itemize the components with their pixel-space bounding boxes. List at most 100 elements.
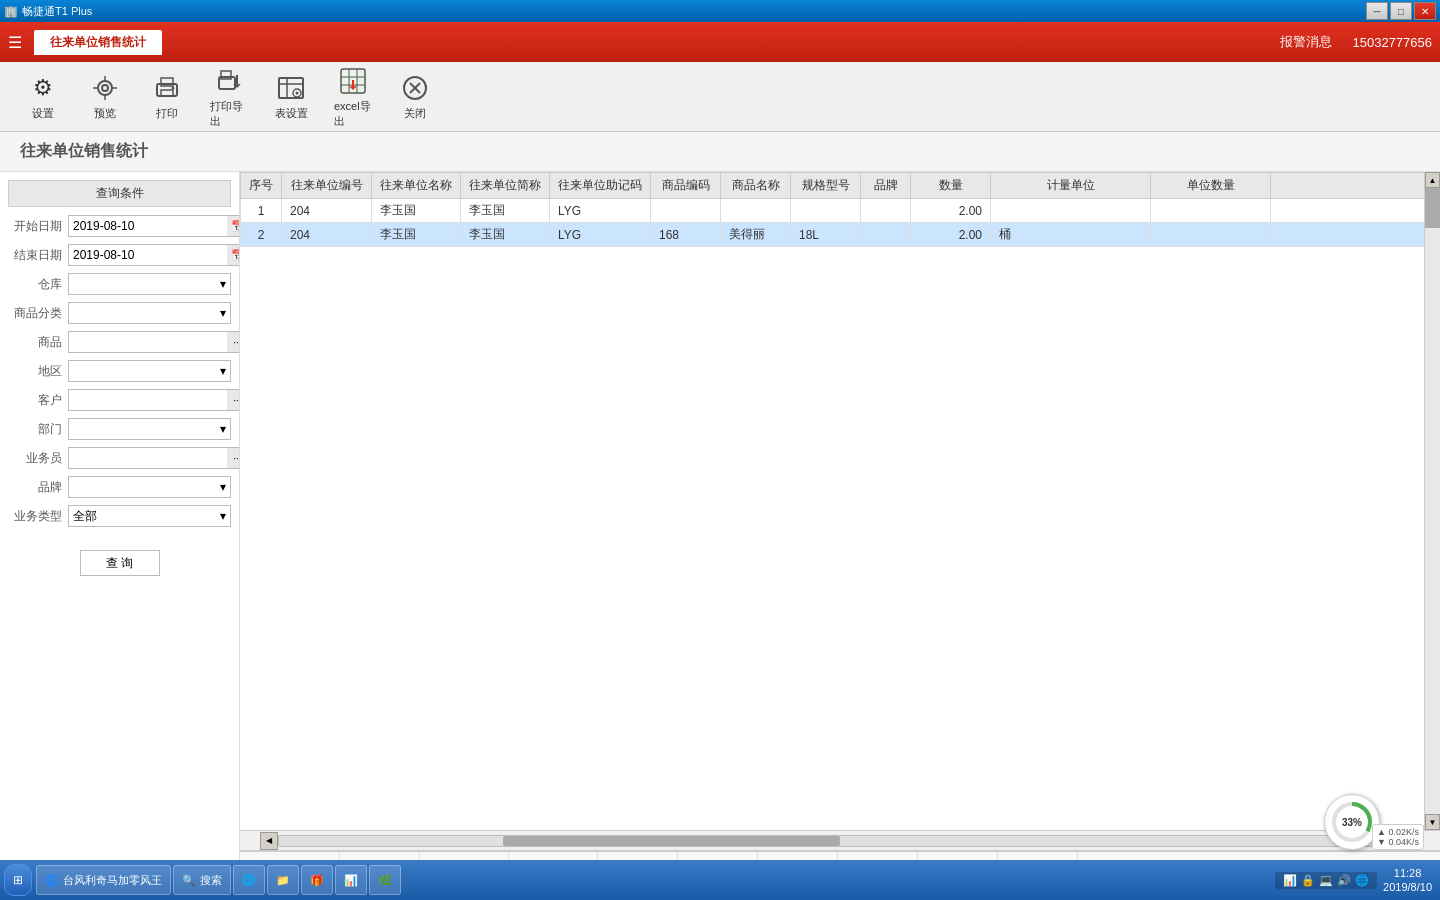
- taskbar-item-app1[interactable]: 🎁: [301, 865, 333, 895]
- title-bar-controls[interactable]: ─ □ ✕: [1366, 2, 1436, 20]
- vertical-scrollbar[interactable]: ▲ ▼: [1424, 172, 1440, 830]
- preview-button[interactable]: 预览: [78, 68, 132, 125]
- filter-row-region: 地区 ▾: [8, 360, 231, 382]
- excel-export-button[interactable]: excel导出: [326, 61, 380, 133]
- scroll-left-arrow[interactable]: ◀: [260, 832, 278, 850]
- scroll-track[interactable]: [1425, 188, 1440, 814]
- taskbar-item-app3[interactable]: 🌿: [369, 865, 401, 895]
- content-body: 查询条件 开始日期 📅 结束日期 📅 仓库: [0, 172, 1440, 900]
- col-qty: 数量: [911, 173, 991, 199]
- customer-input[interactable]: [68, 389, 227, 411]
- warehouse-chevron-icon: ▾: [220, 277, 226, 291]
- taskbar-item-search[interactable]: 🔍 搜索: [173, 865, 231, 895]
- category-chevron-icon: ▾: [220, 306, 226, 320]
- col-spec: 规格型号: [791, 173, 861, 199]
- tray-icon-3[interactable]: 💻: [1319, 874, 1333, 887]
- table-settings-icon: [275, 72, 307, 104]
- product-input[interactable]: [68, 331, 227, 353]
- category-select[interactable]: ▾: [68, 302, 231, 324]
- warehouse-select[interactable]: ▾: [68, 273, 231, 295]
- start-date-label: 开始日期: [8, 218, 68, 235]
- region-select[interactable]: ▾: [68, 360, 231, 382]
- taskbar-search-icon: 🔍: [182, 874, 196, 887]
- scroll-up-arrow[interactable]: ▲: [1425, 172, 1440, 188]
- tray-icon-2[interactable]: 🔒: [1301, 874, 1315, 887]
- print-export-button[interactable]: 打印导出: [202, 61, 256, 133]
- preview-icon: [89, 72, 121, 104]
- close-button[interactable]: ✕: [1414, 2, 1436, 20]
- taskbar-app1-icon: 🎁: [310, 874, 324, 887]
- minimize-button[interactable]: ─: [1366, 2, 1388, 20]
- print-label: 打印: [156, 106, 178, 121]
- tray-icon-5[interactable]: 🌐: [1355, 874, 1369, 887]
- col-unit-qty: 单位数量: [1151, 173, 1271, 199]
- cell-unit-qty: [1151, 199, 1271, 223]
- horizontal-scrollbar[interactable]: ◀ ▶: [240, 830, 1440, 850]
- cell-partner-memo: LYG: [550, 199, 651, 223]
- hscroll-thumb[interactable]: [503, 836, 840, 846]
- svg-point-1: [102, 85, 108, 91]
- phone-number: 15032777656: [1352, 35, 1432, 50]
- cell-unit: [991, 199, 1151, 223]
- filter-row-customer: 客户 ···: [8, 389, 231, 411]
- end-date-field[interactable]: 📅: [68, 244, 240, 266]
- start-date-input[interactable]: [68, 215, 227, 237]
- product-field[interactable]: ···: [68, 331, 240, 353]
- tray-icon-1[interactable]: 📊: [1283, 874, 1297, 887]
- download-speed: ▼ 0.04K/s: [1377, 837, 1419, 847]
- salesperson-input[interactable]: [68, 447, 227, 469]
- end-date-calendar-icon[interactable]: 📅: [227, 244, 240, 266]
- hscroll-track[interactable]: [278, 835, 1402, 847]
- table-settings-button[interactable]: 表设置: [264, 68, 318, 125]
- filter-row-department: 部门 ▾: [8, 418, 231, 440]
- cell-partner-name: 李玉国: [372, 199, 461, 223]
- salesperson-dots-icon[interactable]: ···: [227, 447, 240, 469]
- brand-select[interactable]: ▾: [68, 476, 231, 498]
- filter-row-start-date: 开始日期 📅: [8, 215, 231, 237]
- taskbar-item-folder[interactable]: 📁: [267, 865, 299, 895]
- svg-point-0: [98, 81, 112, 95]
- taskbar-items: 🌀 台风利奇马加零风王 🔍 搜索 🌐 📁 🎁 📊 🌿: [36, 865, 401, 895]
- active-tab[interactable]: 往来单位销售统计: [34, 30, 162, 55]
- settings-icon: ⚙: [27, 72, 59, 104]
- product-dots-icon[interactable]: ···: [227, 331, 240, 353]
- taskbar-right: 📊 🔒 💻 🔊 🌐 11:28 2019/8/10: [1275, 866, 1436, 895]
- biz-type-select[interactable]: 全部 ▾: [68, 505, 231, 527]
- data-table-wrapper: 序号 往来单位编号 往来单位名称 往来单位简称 往来单位助记码 商品编码 商品名…: [240, 172, 1440, 830]
- print-button[interactable]: 打印: [140, 68, 194, 125]
- upload-speed: ▲ 0.02K/s: [1377, 827, 1419, 837]
- taskbar-item-taifeng[interactable]: 🌀 台风利奇马加零风王: [36, 865, 171, 895]
- settings-button[interactable]: ⚙ 设置: [16, 68, 70, 125]
- data-area: 序号 往来单位编号 往来单位名称 往来单位简称 往来单位助记码 商品编码 商品名…: [240, 172, 1440, 900]
- tray-icon-4[interactable]: 🔊: [1337, 874, 1351, 887]
- table-row[interactable]: 2 204 李玉国 李玉国 LYG 168 美得丽 18L 2.00 桶: [241, 223, 1425, 247]
- customer-dots-icon[interactable]: ···: [227, 389, 240, 411]
- col-partner-code: 往来单位编号: [282, 173, 372, 199]
- start-button[interactable]: ⊞: [4, 864, 32, 896]
- scroll-down-arrow[interactable]: ▼: [1425, 814, 1440, 830]
- start-date-field[interactable]: 📅: [68, 215, 240, 237]
- col-unit: 计量单位: [991, 173, 1151, 199]
- taskbar-item-app2[interactable]: 📊: [335, 865, 367, 895]
- query-button[interactable]: 查 询: [80, 550, 160, 576]
- maximize-button[interactable]: □: [1390, 2, 1412, 20]
- table-row[interactable]: 1 204 李玉国 李玉国 LYG 2.00: [241, 199, 1425, 223]
- taskbar-item-ie[interactable]: 🌐: [233, 865, 265, 895]
- start-date-calendar-icon[interactable]: 📅: [227, 215, 240, 237]
- scroll-thumb[interactable]: [1425, 188, 1440, 228]
- close-toolbar-button[interactable]: 关闭: [388, 68, 442, 125]
- department-select[interactable]: ▾: [68, 418, 231, 440]
- clock-date: 2019/8/10: [1383, 880, 1432, 894]
- taskbar-search-label: 搜索: [200, 873, 222, 888]
- customer-field[interactable]: ···: [68, 389, 240, 411]
- cell-partner-memo: LYG: [550, 223, 651, 247]
- col-extra: [1271, 173, 1425, 199]
- biz-type-value: 全部: [73, 508, 97, 525]
- data-table-container[interactable]: 序号 往来单位编号 往来单位名称 往来单位简称 往来单位助记码 商品编码 商品名…: [240, 172, 1424, 830]
- cell-partner-abbr: 李玉国: [461, 199, 550, 223]
- end-date-input[interactable]: [68, 244, 227, 266]
- excel-export-label: excel导出: [334, 99, 372, 129]
- close-toolbar-icon: [399, 72, 431, 104]
- salesperson-field[interactable]: ···: [68, 447, 240, 469]
- menu-icon[interactable]: ☰: [8, 33, 22, 52]
